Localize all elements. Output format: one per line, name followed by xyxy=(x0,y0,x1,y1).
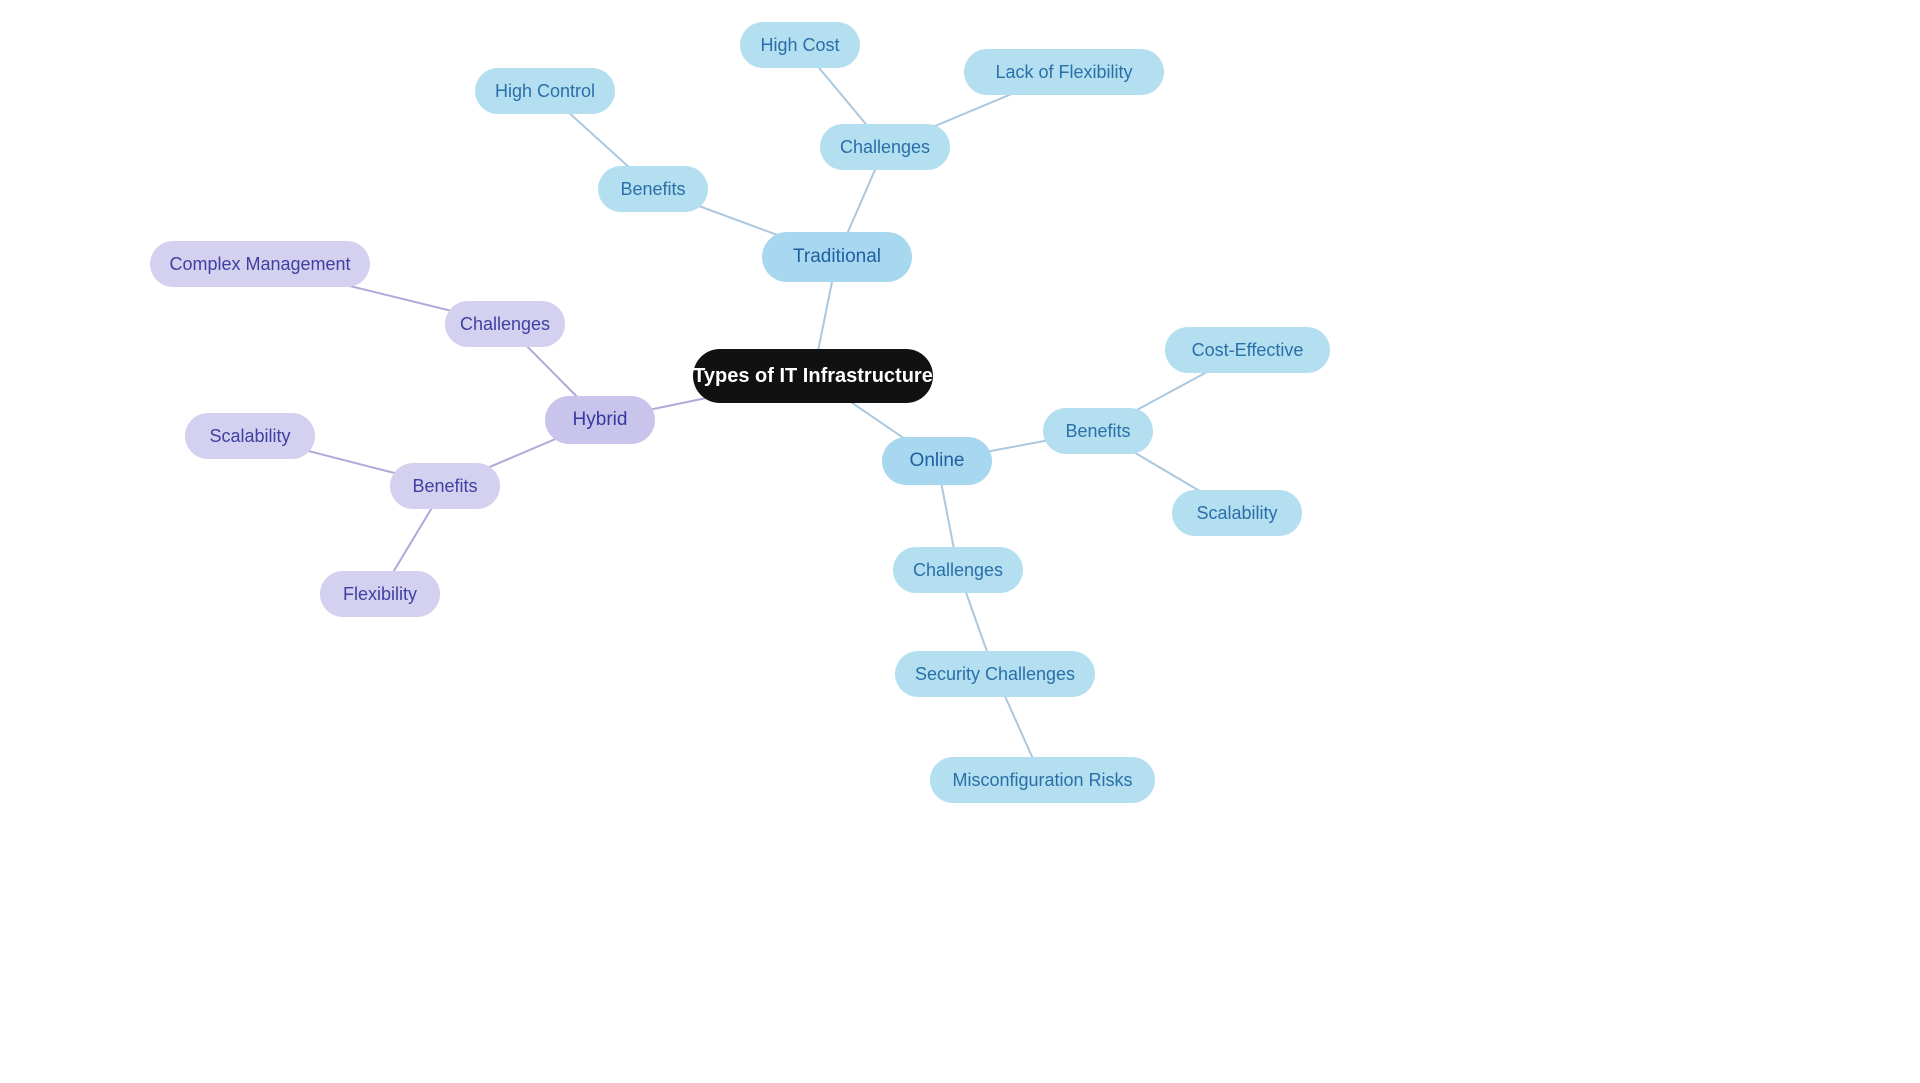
cost-effective-node[interactable]: Cost-Effective xyxy=(1165,327,1330,373)
online-node[interactable]: Online xyxy=(882,437,992,485)
high-control-node[interactable]: High Control xyxy=(475,68,615,114)
trad-challenges-label: Challenges xyxy=(840,137,930,158)
traditional-label: Traditional xyxy=(793,246,881,268)
scalability-online-label: Scalability xyxy=(1196,503,1277,524)
complex-mgmt-label: Complex Management xyxy=(169,254,350,275)
complex-mgmt-node[interactable]: Complex Management xyxy=(150,241,370,287)
hybrid-challenges-node[interactable]: Challenges xyxy=(445,301,565,347)
misconfig-node[interactable]: Misconfiguration Risks xyxy=(930,757,1155,803)
scalability-online-node[interactable]: Scalability xyxy=(1172,490,1302,536)
flexibility-label: Flexibility xyxy=(343,584,417,605)
online-challenges-label: Challenges xyxy=(913,560,1003,581)
high-cost-label: High Cost xyxy=(760,35,839,56)
security-challenges-label: Security Challenges xyxy=(915,664,1075,685)
center-node[interactable]: Types of IT Infrastructure xyxy=(693,349,933,403)
traditional-node[interactable]: Traditional xyxy=(762,232,912,282)
lack-flex-node[interactable]: Lack of Flexibility xyxy=(964,49,1164,95)
hybrid-benefits-node[interactable]: Benefits xyxy=(390,463,500,509)
hybrid-label: Hybrid xyxy=(573,409,628,431)
lack-flex-label: Lack of Flexibility xyxy=(995,62,1132,83)
trad-benefits-label: Benefits xyxy=(620,179,685,200)
online-challenges-node[interactable]: Challenges xyxy=(893,547,1023,593)
trad-challenges-node[interactable]: Challenges xyxy=(820,124,950,170)
security-challenges-node[interactable]: Security Challenges xyxy=(895,651,1095,697)
trad-benefits-node[interactable]: Benefits xyxy=(598,166,708,212)
scalability-hybrid-label: Scalability xyxy=(209,426,290,447)
online-benefits-node[interactable]: Benefits xyxy=(1043,408,1153,454)
cost-effective-label: Cost-Effective xyxy=(1192,340,1304,361)
misconfig-label: Misconfiguration Risks xyxy=(952,770,1132,791)
high-cost-node[interactable]: High Cost xyxy=(740,22,860,68)
flexibility-node[interactable]: Flexibility xyxy=(320,571,440,617)
scalability-hybrid-node[interactable]: Scalability xyxy=(185,413,315,459)
hybrid-challenges-label: Challenges xyxy=(460,314,550,335)
hybrid-benefits-label: Benefits xyxy=(412,476,477,497)
hybrid-node[interactable]: Hybrid xyxy=(545,396,655,444)
online-benefits-label: Benefits xyxy=(1065,421,1130,442)
center-label: Types of IT Infrastructure xyxy=(693,365,933,388)
high-control-label: High Control xyxy=(495,81,595,102)
online-label: Online xyxy=(910,450,965,472)
